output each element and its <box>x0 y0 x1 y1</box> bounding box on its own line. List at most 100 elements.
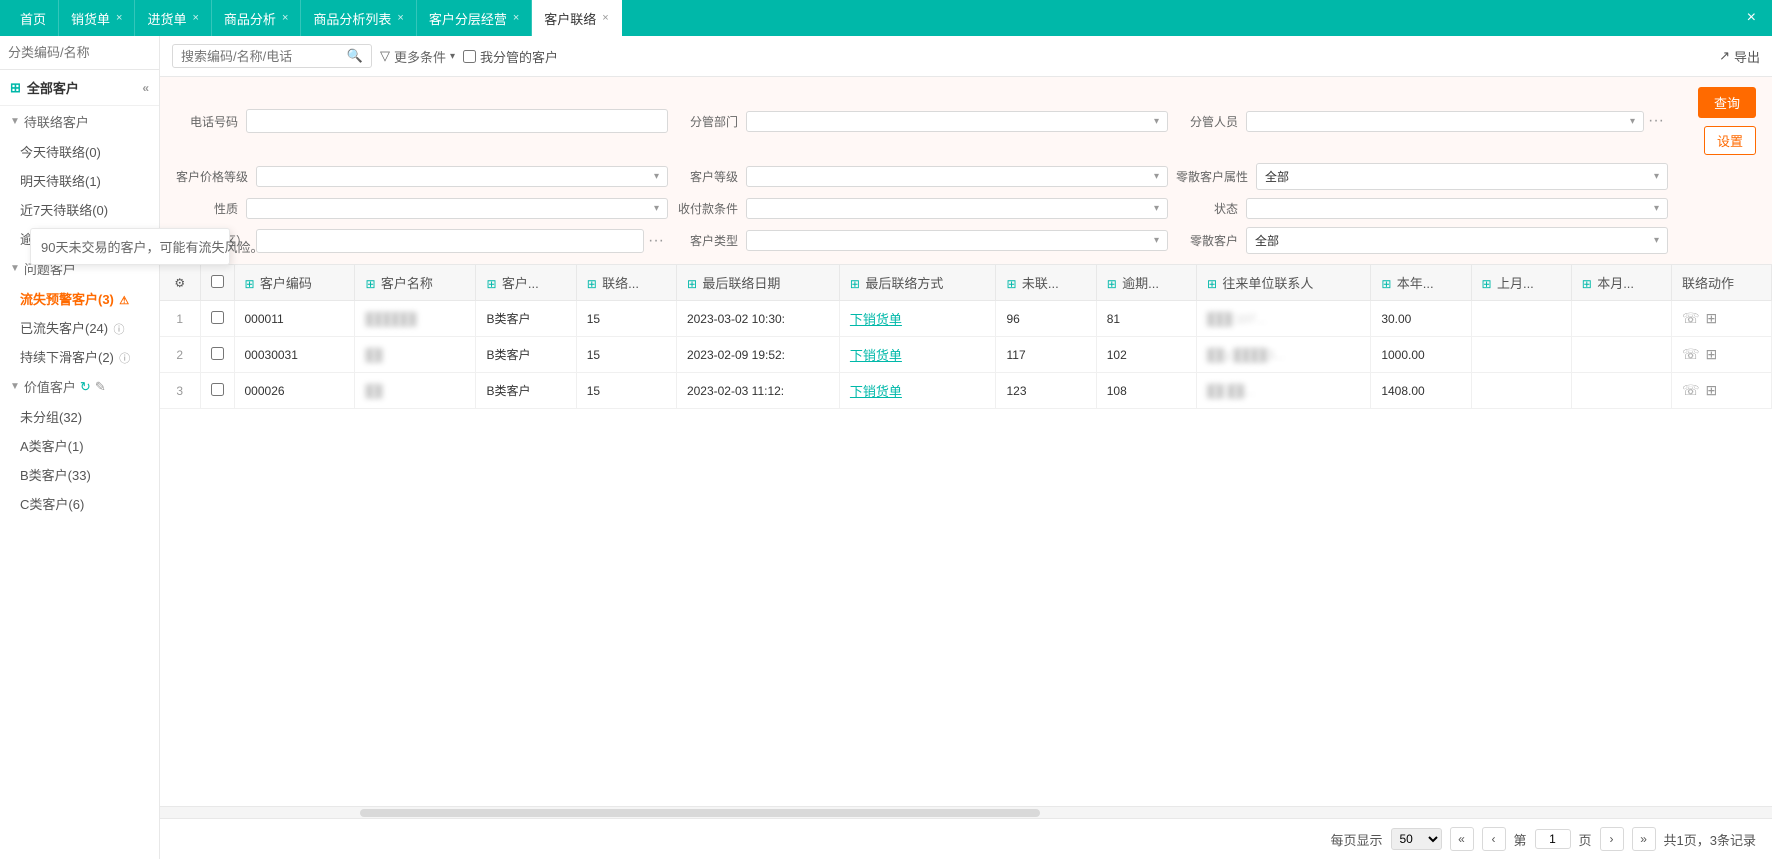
per-page-select[interactable]: 50 100 200 <box>1391 828 1442 850</box>
filter-cust-type-select[interactable]: ▾ <box>746 230 1168 251</box>
sidebar-item-churn-warning[interactable]: 流失预警客户(3) ⚠ <box>0 284 159 313</box>
tab-customer-contact[interactable]: 客户联络 × <box>532 0 621 36</box>
col-pin-icon-3[interactable]: ⊞ <box>486 277 496 291</box>
tooltip-churn-warning: 90天未交易的客户，可能有流失风险。 <box>30 228 230 265</box>
warning-icon: ⚠ <box>119 295 129 307</box>
filter-payment-select[interactable]: ▾ <box>746 198 1168 219</box>
edit-icon[interactable]: ✎ <box>95 379 106 395</box>
filter-status-label: 状态 <box>1176 200 1246 217</box>
refresh-icon[interactable]: ↻ <box>80 379 91 395</box>
row-action-3: ☏ ⊞ <box>1672 373 1772 409</box>
filter-person-select[interactable]: ▾ <box>1246 111 1644 132</box>
col-pin-icon-5[interactable]: ⊞ <box>687 277 697 291</box>
table-row: 3 000026 ██ B类客户 15 2023-02-03 11:12: 下销… <box>160 373 1772 409</box>
row-no-2: 2 <box>160 337 200 373</box>
sidebar-search-input[interactable] <box>8 45 160 60</box>
close-tab-analysis-list[interactable]: × <box>397 12 403 24</box>
sidebar-item-b-class[interactable]: B类客户(33) <box>0 460 159 489</box>
export-button[interactable]: ↗ 导出 <box>1719 47 1760 66</box>
select-all-checkbox[interactable] <box>211 275 224 288</box>
col-pin-icon-10[interactable]: ⊞ <box>1381 277 1391 291</box>
more-conditions-btn[interactable]: ▽ 更多条件 ▾ <box>380 47 455 66</box>
filter-scatter-attr-select[interactable]: 全部 ▾ <box>1256 163 1668 190</box>
arrow-icon: ▼ <box>10 116 20 127</box>
sidebar-item-ungroup[interactable]: 未分组(32) <box>0 402 159 431</box>
col-pin-icon-7[interactable]: ⊞ <box>1006 277 1016 291</box>
col-pin-icon-11[interactable]: ⊞ <box>1482 277 1492 291</box>
close-tab-customer-layer[interactable]: × <box>513 12 519 24</box>
more-action-icon-2[interactable]: ⊞ <box>1706 346 1718 363</box>
sidebar-item-today-pending[interactable]: 今天待联络(0) <box>0 137 159 166</box>
contact-action-icon-1[interactable]: ☏ <box>1682 310 1700 327</box>
toolbar-search-icon[interactable]: 🔍 <box>347 48 363 64</box>
col-pin-icon-6[interactable]: ⊞ <box>850 277 860 291</box>
sidebar-item-declining[interactable]: 持续下滑客户(2) ⓘ <box>0 342 159 371</box>
col-pin-icon-4[interactable]: ⊞ <box>587 277 597 291</box>
col-settings[interactable]: ⚙ <box>160 265 200 301</box>
col-pin-icon[interactable]: ⊞ <box>245 277 255 291</box>
row-checkbox-1[interactable] <box>211 311 224 324</box>
filter-region-dots[interactable]: ··· <box>644 232 668 250</box>
tab-analysis-list[interactable]: 商品分析列表 × <box>301 0 416 36</box>
col-pin-icon-8[interactable]: ⊞ <box>1107 277 1117 291</box>
contact-action-icon-2[interactable]: ☏ <box>1682 346 1700 363</box>
filter-price-grade-select[interactable]: ▾ <box>256 166 668 187</box>
row-level-1: B类客户 <box>476 301 576 337</box>
tab-home[interactable]: 首页 <box>8 0 59 36</box>
tab-analysis[interactable]: 商品分析 × <box>212 0 301 36</box>
row-checkbox-2[interactable] <box>211 347 224 360</box>
sidebar-group-pending-title[interactable]: ▼ 待联络客户 <box>0 106 159 137</box>
filter-row-4: 区域（地区） ··· 客户类型 ▾ 零散客户 全部 ▾ <box>176 227 1756 254</box>
row-this-year-3: 1408.00 <box>1371 373 1471 409</box>
toolbar-search-input[interactable] <box>181 49 347 64</box>
contact-action-icon-3[interactable]: ☏ <box>1682 382 1700 399</box>
filter-phone-input[interactable] <box>246 109 668 133</box>
nav-close-all[interactable]: × <box>1739 9 1764 27</box>
scrollbar-thumb[interactable] <box>360 809 1040 817</box>
filter-nature-select[interactable]: ▾ <box>246 198 668 219</box>
first-page-button[interactable]: « <box>1450 827 1474 851</box>
close-tab-sales[interactable]: × <box>116 12 122 24</box>
sidebar-item-a-class[interactable]: A类客户(1) <box>0 431 159 460</box>
close-tab-customer-contact[interactable]: × <box>602 12 608 24</box>
row-action-2: ☏ ⊞ <box>1672 337 1772 373</box>
filter-dept-select[interactable]: ▾ <box>746 111 1168 132</box>
horizontal-scrollbar[interactable] <box>160 806 1772 818</box>
filter-person-dots[interactable]: ··· <box>1644 112 1668 130</box>
collapse-sidebar-button[interactable]: « <box>142 81 149 95</box>
row-last-way-link-1[interactable]: 下销货单 <box>850 312 902 327</box>
more-action-icon-1[interactable]: ⊞ <box>1706 310 1718 327</box>
tab-sales[interactable]: 销货单 × <box>59 0 135 36</box>
more-action-icon-3[interactable]: ⊞ <box>1706 382 1718 399</box>
sidebar-item-c-class[interactable]: C类客户(6) <box>0 489 159 518</box>
settings-button[interactable]: 设置 <box>1704 126 1756 155</box>
my-customers-check[interactable] <box>463 50 476 63</box>
query-button[interactable]: 查询 <box>1698 87 1756 118</box>
col-pin-icon-2[interactable]: ⊞ <box>365 277 375 291</box>
close-tab-analysis[interactable]: × <box>282 12 288 24</box>
last-page-button[interactable]: » <box>1632 827 1656 851</box>
page-input[interactable] <box>1535 829 1571 849</box>
sidebar-item-7days-pending[interactable]: 近7天待联络(0) <box>0 195 159 224</box>
sidebar-item-churned[interactable]: 已流失客户(24) ⓘ <box>0 313 159 342</box>
filter-scatter-cust-label: 零散客户 <box>1176 232 1246 249</box>
sidebar-root-label[interactable]: 全部客户 <box>27 78 79 97</box>
filter-region-input[interactable] <box>256 229 644 253</box>
filter-status-select[interactable]: ▾ <box>1246 198 1668 219</box>
my-customers-checkbox[interactable]: 我分管的客户 <box>463 47 558 66</box>
tab-purchase[interactable]: 进货单 × <box>135 0 211 36</box>
sidebar-group-value-title[interactable]: ▼ 价值客户 ↻ ✎ <box>0 371 159 402</box>
tab-customer-layer[interactable]: 客户分层经营 × <box>417 0 532 36</box>
row-last-way-link-3[interactable]: 下销货单 <box>850 384 902 399</box>
close-tab-purchase[interactable]: × <box>192 12 198 24</box>
row-checkbox-3[interactable] <box>211 383 224 396</box>
row-check-3 <box>200 373 234 409</box>
filter-scatter-cust-select[interactable]: 全部 ▾ <box>1246 227 1668 254</box>
filter-cust-grade-select[interactable]: ▾ <box>746 166 1168 187</box>
col-pin-icon-9[interactable]: ⊞ <box>1207 277 1217 291</box>
next-page-button[interactable]: › <box>1600 827 1624 851</box>
row-last-way-link-2[interactable]: 下销货单 <box>850 348 902 363</box>
sidebar-item-tomorrow-pending[interactable]: 明天待联络(1) <box>0 166 159 195</box>
prev-page-button[interactable]: ‹ <box>1482 827 1506 851</box>
col-pin-icon-12[interactable]: ⊞ <box>1582 277 1592 291</box>
